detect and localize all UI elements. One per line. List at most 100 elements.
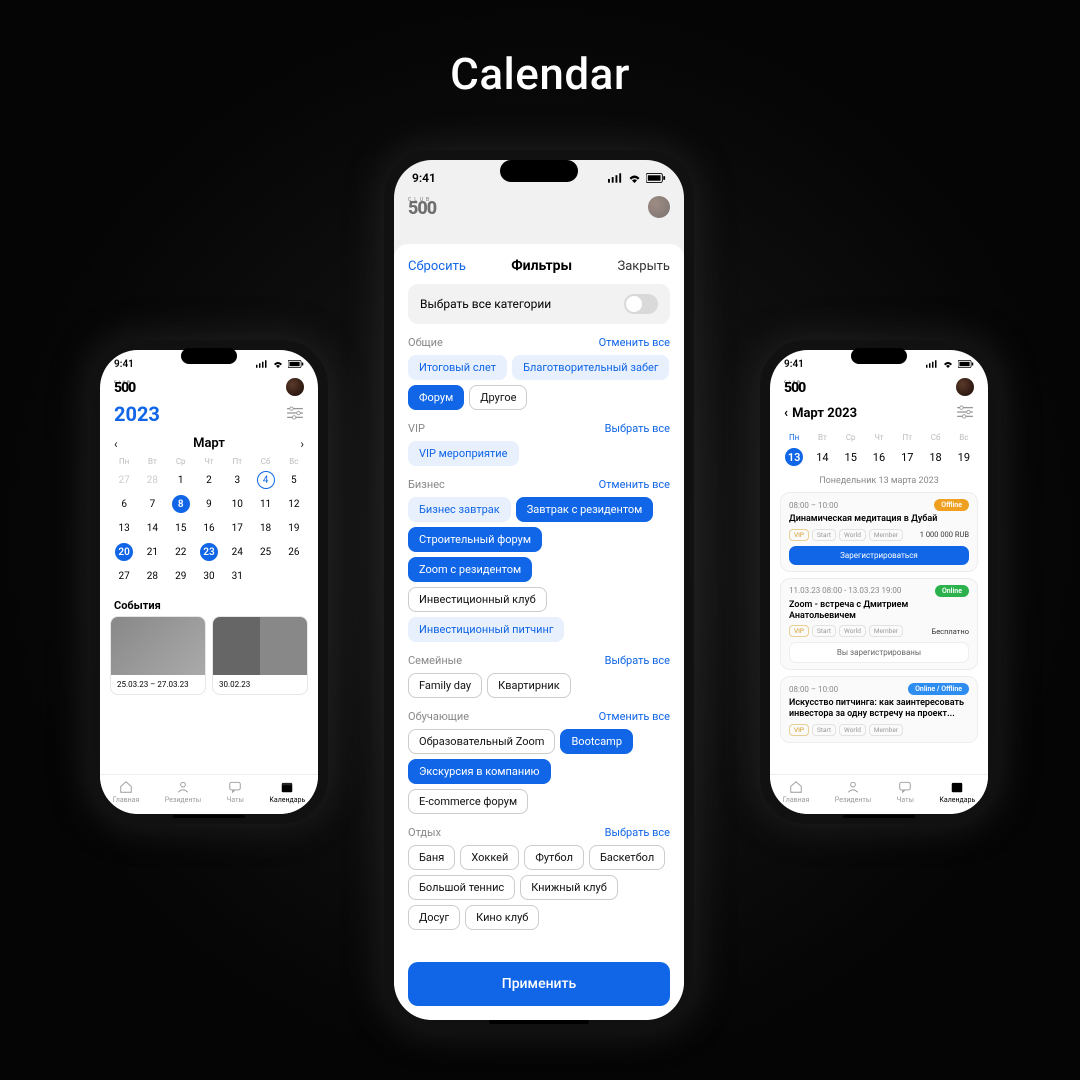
event-card[interactable]: 25.03.23 – 27.03.23 <box>110 616 206 695</box>
day-event-card[interactable]: 08:00 – 10:00OfflineДинамическая медитац… <box>780 492 978 572</box>
week-day[interactable]: 17 <box>893 444 921 470</box>
tab-chats[interactable]: Чаты <box>227 780 244 804</box>
filter-icon[interactable] <box>286 405 304 424</box>
event-cta-button[interactable]: Вы зарегистрированы <box>789 642 969 663</box>
week-day[interactable]: 15 <box>837 444 865 470</box>
calendar-day[interactable]: 21 <box>138 540 166 564</box>
cancel-all-button[interactable]: Отменить все <box>599 478 670 491</box>
day-event-card[interactable]: 11.03.23 08:00 - 13.03.23 19:00OnlineZoo… <box>780 578 978 671</box>
filter-tag[interactable]: Образовательный Zoom <box>408 729 555 754</box>
week-day[interactable]: 19 <box>950 444 978 470</box>
calendar-day[interactable]: 10 <box>223 492 251 516</box>
calendar-day[interactable]: 17 <box>223 516 251 540</box>
filter-tag[interactable]: Bootcamp <box>560 729 633 754</box>
week-day[interactable]: 14 <box>808 444 836 470</box>
calendar-day[interactable]: 27 <box>110 564 138 591</box>
calendar-day[interactable]: 13 <box>110 516 138 540</box>
calendar-day[interactable]: 19 <box>280 516 308 540</box>
filter-tag[interactable]: Инвестиционный клуб <box>408 587 547 612</box>
week-day[interactable]: 13 <box>780 444 808 470</box>
calendar-day[interactable]: 11 <box>251 492 279 516</box>
avatar[interactable] <box>956 378 974 396</box>
filter-tag[interactable]: Баня <box>408 845 455 870</box>
filter-tag[interactable]: Инвестиционный питчинг <box>408 617 564 642</box>
back-month-button[interactable]: ‹ Март 2023 <box>784 406 857 421</box>
filter-tag[interactable]: Футбол <box>524 845 584 870</box>
calendar-day[interactable]: 28 <box>138 564 166 591</box>
calendar-day[interactable]: 25 <box>251 540 279 564</box>
filter-tag[interactable]: Zoom с резидентом <box>408 557 532 582</box>
filter-tag[interactable]: Итоговый слет <box>408 355 507 380</box>
select-all-button[interactable]: Выбрать все <box>605 654 670 667</box>
cancel-all-button[interactable]: Отменить все <box>599 336 670 349</box>
filter-tag[interactable]: Баскетбол <box>589 845 665 870</box>
reset-button[interactable]: Сбросить <box>408 259 466 274</box>
close-button[interactable]: Закрыть <box>617 259 670 274</box>
filter-tag[interactable]: Большой теннис <box>408 875 515 900</box>
year-label[interactable]: 2023 <box>114 402 160 426</box>
week-day[interactable]: 18 <box>921 444 949 470</box>
select-all-button[interactable]: Выбрать все <box>605 422 670 435</box>
tab-chats[interactable]: Чаты <box>897 780 914 804</box>
calendar-day[interactable]: 1 <box>167 468 195 492</box>
calendar-day[interactable]: 26 <box>280 540 308 564</box>
filter-tag[interactable]: Завтрак с резидентом <box>516 497 654 522</box>
calendar-day[interactable]: 16 <box>195 516 223 540</box>
calendar-day[interactable]: 8 <box>167 492 195 516</box>
calendar-day[interactable]: 30 <box>195 564 223 591</box>
cancel-all-button[interactable]: Отменить все <box>599 710 670 723</box>
filter-tag[interactable]: Другое <box>469 385 527 410</box>
apply-button[interactable]: Применить <box>408 962 670 1006</box>
calendar-day[interactable]: 6 <box>110 492 138 516</box>
tab-residents[interactable]: Резиденты <box>165 780 201 804</box>
filter-tag[interactable]: Благотворительный забег <box>512 355 669 380</box>
filter-tag[interactable]: Family day <box>408 673 482 698</box>
calendar-day[interactable]: 14 <box>138 516 166 540</box>
filter-tag[interactable]: Квартирник <box>487 673 571 698</box>
select-all-button[interactable]: Выбрать все <box>605 826 670 839</box>
calendar-day[interactable]: 27 <box>110 468 138 492</box>
next-month-button[interactable]: › <box>300 437 304 451</box>
calendar-day[interactable]: 15 <box>167 516 195 540</box>
calendar-day[interactable]: 20 <box>110 540 138 564</box>
calendar-day[interactable]: 9 <box>195 492 223 516</box>
event-cta-button[interactable]: Зарегистрироваться <box>789 546 969 565</box>
event-card[interactable]: 30.02.23 <box>212 616 308 695</box>
filter-tag[interactable]: VIP мероприятие <box>408 441 519 466</box>
filter-tag[interactable]: Хоккей <box>460 845 519 870</box>
tab-calendar[interactable]: Календарь <box>939 780 975 804</box>
calendar-day[interactable]: 24 <box>223 540 251 564</box>
tab-home[interactable]: Главная <box>783 780 810 804</box>
filter-tag[interactable]: Строительный форум <box>408 527 542 552</box>
select-all-row[interactable]: Выбрать все категории <box>408 284 670 324</box>
tab-home[interactable]: Главная <box>113 780 140 804</box>
calendar-day[interactable]: 2 <box>195 468 223 492</box>
filter-tag[interactable]: Досуг <box>408 905 460 930</box>
calendar-day[interactable] <box>251 564 279 591</box>
calendar-day[interactable]: 4 <box>251 468 279 492</box>
calendar-day[interactable]: 18 <box>251 516 279 540</box>
calendar-day[interactable]: 28 <box>138 468 166 492</box>
filter-tag[interactable]: Книжный клуб <box>520 875 618 900</box>
filter-tag[interactable]: E-commerce форум <box>408 789 528 814</box>
prev-month-button[interactable]: ‹ <box>114 437 118 451</box>
filter-tag[interactable]: Форум <box>408 385 464 410</box>
calendar-day[interactable]: 29 <box>167 564 195 591</box>
filter-tag[interactable]: Бизнес завтрак <box>408 497 511 522</box>
select-all-toggle[interactable] <box>624 294 658 314</box>
tab-residents[interactable]: Резиденты <box>835 780 871 804</box>
tab-calendar[interactable]: Календарь <box>269 780 305 804</box>
calendar-day[interactable]: 7 <box>138 492 166 516</box>
calendar-day[interactable]: 23 <box>195 540 223 564</box>
filter-tag[interactable]: Кино клуб <box>465 905 539 930</box>
filter-tag[interactable]: Экскурсия в компанию <box>408 759 551 784</box>
calendar-day[interactable] <box>280 564 308 591</box>
calendar-day[interactable]: 22 <box>167 540 195 564</box>
calendar-day[interactable]: 31 <box>223 564 251 591</box>
calendar-day[interactable]: 12 <box>280 492 308 516</box>
calendar-day[interactable]: 3 <box>223 468 251 492</box>
calendar-day[interactable]: 5 <box>280 468 308 492</box>
avatar[interactable] <box>286 378 304 396</box>
filter-icon[interactable] <box>956 404 974 423</box>
day-event-card[interactable]: 08:00 – 10:00Online / OfflineИскусство п… <box>780 676 978 743</box>
